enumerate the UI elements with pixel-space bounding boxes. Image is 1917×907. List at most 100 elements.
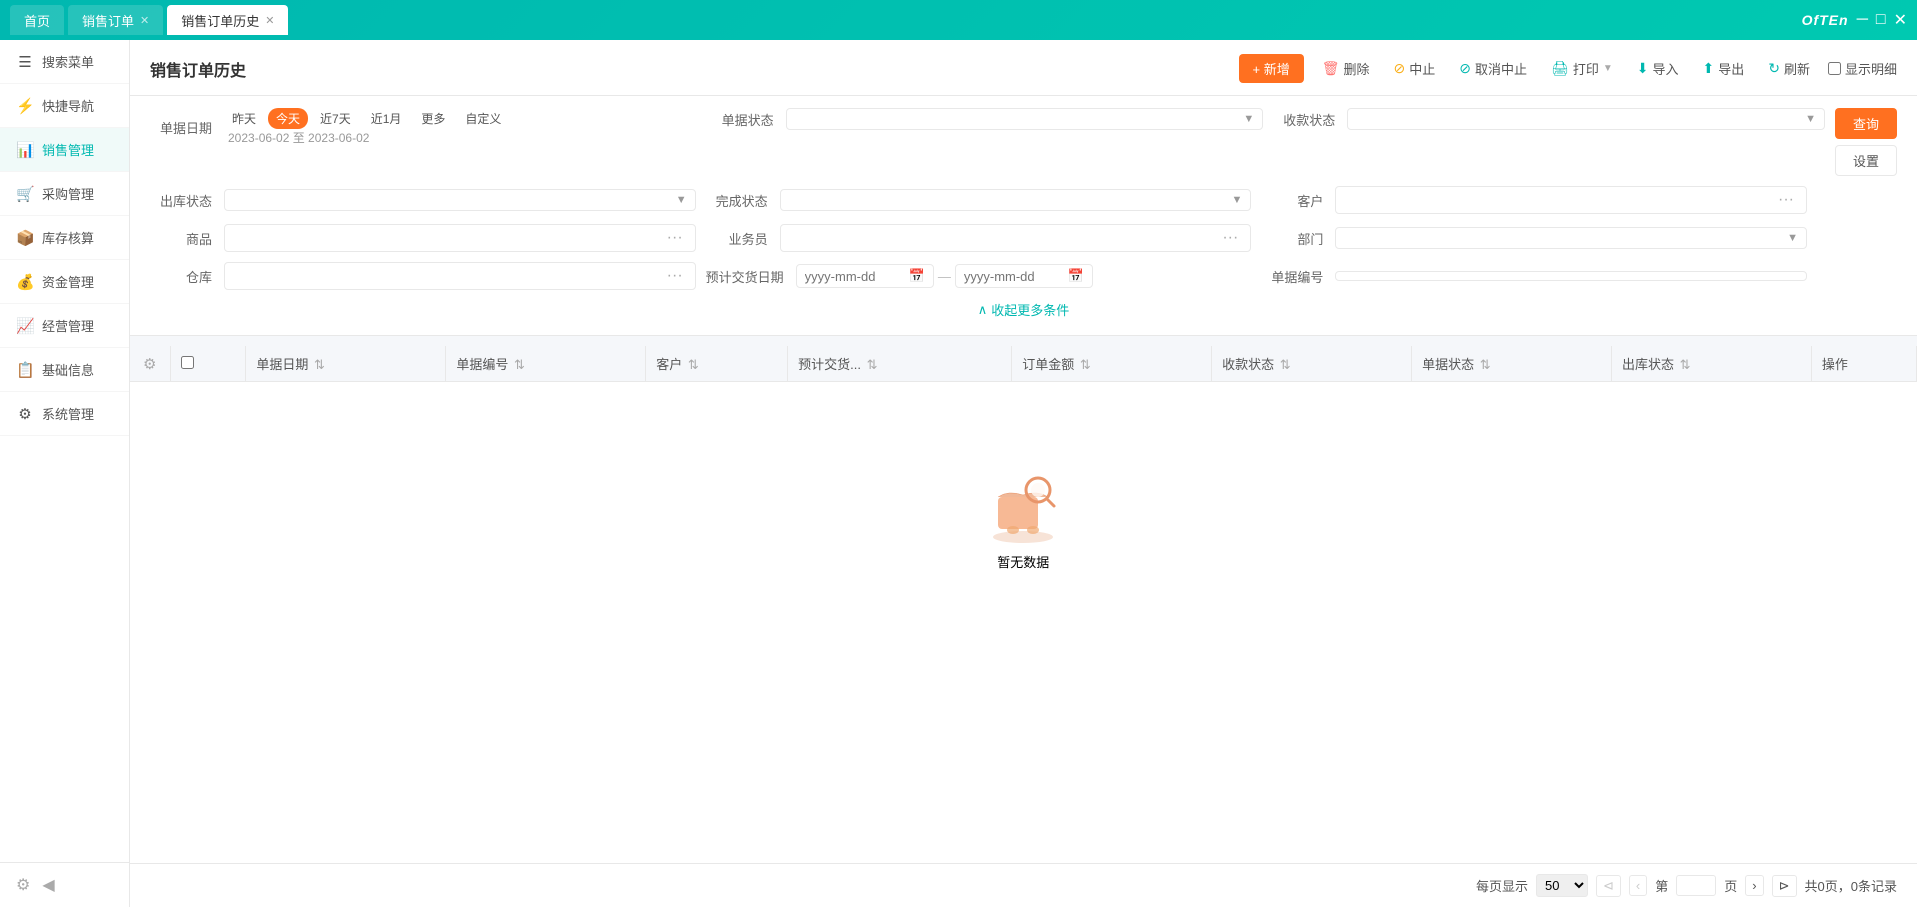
customer-input[interactable]: ··· bbox=[1335, 186, 1807, 214]
sidebar-item-quicknav[interactable]: ⚡ 快捷导航 bbox=[0, 84, 129, 128]
completion-status-label: 完成状态 bbox=[706, 191, 776, 210]
sidebar-item-sales[interactable]: 📊 销售管理 bbox=[0, 128, 129, 172]
window-close[interactable]: ✕ bbox=[1894, 10, 1907, 30]
th-expected-delivery-label: 预计交货... bbox=[798, 357, 861, 372]
order-number-input[interactable] bbox=[1335, 271, 1807, 281]
table-settings-icon[interactable]: ⚙ bbox=[143, 356, 156, 373]
payment-status-select[interactable]: ▼ bbox=[1347, 108, 1825, 130]
sidebar-item-system[interactable]: ⚙ 系统管理 bbox=[0, 392, 129, 436]
window-maximize[interactable]: □ bbox=[1876, 11, 1886, 29]
sidebar-item-operations[interactable]: 📈 经营管理 bbox=[0, 304, 129, 348]
expected-delivery-from-input[interactable] bbox=[805, 269, 905, 284]
goods-input[interactable]: ··· bbox=[224, 224, 696, 252]
th-delivery-status-sort-icon: ⇅ bbox=[1680, 357, 1691, 372]
th-order-status[interactable]: 单据状态 ⇅ bbox=[1412, 346, 1612, 382]
salesperson-label: 业务员 bbox=[706, 229, 776, 248]
window-minimize[interactable]: ─ bbox=[1857, 11, 1868, 29]
warehouse-input[interactable]: ··· bbox=[224, 262, 696, 290]
th-customer[interactable]: 客户 ⇅ bbox=[646, 346, 788, 382]
sidebar-item-finance[interactable]: 💰 资金管理 bbox=[0, 260, 129, 304]
date-chip-1month[interactable]: 近1月 bbox=[363, 108, 410, 129]
date-chip-yesterday[interactable]: 昨天 bbox=[224, 108, 264, 129]
th-expected-delivery[interactable]: 预计交货... ⇅ bbox=[788, 346, 1012, 382]
last-page-button[interactable]: ⊳ bbox=[1772, 875, 1797, 897]
delivery-status-select[interactable]: ▼ bbox=[224, 189, 696, 211]
show-detail-checkbox[interactable] bbox=[1828, 62, 1841, 75]
first-page-button[interactable]: ⊲ bbox=[1596, 875, 1621, 897]
delete-button[interactable]: 🗑 删除 bbox=[1316, 55, 1376, 82]
cancel-stop-button[interactable]: ⊘ 取消中止 bbox=[1453, 55, 1533, 82]
print-button[interactable]: 🖨 打印 ▼ bbox=[1545, 55, 1619, 82]
new-button[interactable]: + 新增 bbox=[1239, 54, 1304, 83]
sidebar-item-system-label: 系统管理 bbox=[42, 404, 94, 423]
th-amount[interactable]: 订单金额 ⇅ bbox=[1012, 346, 1212, 382]
th-number-label: 单据编号 bbox=[456, 357, 508, 372]
data-table: ⚙ 单据日期 ⇅ 单据编号 ⇅ bbox=[130, 346, 1917, 651]
sales-icon: 📊 bbox=[16, 141, 34, 159]
payment-status-arrow-icon: ▼ bbox=[1805, 113, 1816, 125]
sidebar-item-basic-info[interactable]: 📋 基础信息 bbox=[0, 348, 129, 392]
th-date[interactable]: 单据日期 ⇅ bbox=[246, 346, 446, 382]
completion-status-filter-cell: 完成状态 ▼ bbox=[706, 189, 1252, 211]
order-status-arrow-icon: ▼ bbox=[1243, 113, 1254, 125]
date-range-text: 2023-06-02 至 2023-06-02 bbox=[228, 129, 509, 146]
page-input[interactable]: 1 bbox=[1676, 875, 1716, 896]
salesperson-input[interactable]: ··· bbox=[780, 224, 1252, 252]
payment-status-filter-cell: 收款状态 ▼ bbox=[1273, 108, 1825, 130]
tab-home[interactable]: 首页 bbox=[10, 5, 64, 35]
tab-sales-history[interactable]: 销售订单历史 ✕ bbox=[167, 5, 288, 35]
next-page-button[interactable]: › bbox=[1745, 875, 1763, 896]
operations-icon: 📈 bbox=[16, 317, 34, 335]
calendar-from-icon[interactable]: 📅 bbox=[909, 268, 925, 284]
goods-filter-cell: 商品 ··· bbox=[150, 224, 696, 252]
sidebar-item-search[interactable]: ☰ 搜索菜单 bbox=[0, 40, 129, 84]
sidebar-item-purchase[interactable]: 🛒 采购管理 bbox=[0, 172, 129, 216]
department-select[interactable]: ▼ bbox=[1335, 227, 1807, 249]
warehouse-label: 仓库 bbox=[150, 267, 220, 286]
import-button[interactable]: ⬇ 导入 bbox=[1631, 55, 1685, 82]
order-status-select[interactable]: ▼ bbox=[786, 108, 1264, 130]
query-button[interactable]: 查询 bbox=[1835, 108, 1897, 139]
th-delivery-status[interactable]: 出库状态 ⇅ bbox=[1612, 346, 1812, 382]
tab-sales-order-label: 销售订单 bbox=[82, 11, 134, 30]
sidebar-item-sales-label: 销售管理 bbox=[42, 140, 94, 159]
date-chip-more[interactable]: 更多 bbox=[413, 108, 453, 129]
sidebar-item-inventory-label: 库存核算 bbox=[42, 228, 94, 247]
calendar-to-icon[interactable]: 📅 bbox=[1068, 268, 1084, 284]
show-detail-checkbox-wrap: 显示明细 bbox=[1828, 59, 1897, 78]
export-button[interactable]: ⬆ 导出 bbox=[1696, 55, 1750, 82]
select-all-checkbox[interactable] bbox=[181, 356, 194, 369]
th-delivery-status-label: 出库状态 bbox=[1622, 357, 1674, 372]
empty-text: 暂无数据 bbox=[997, 552, 1049, 571]
th-payment-status-sort-icon: ⇅ bbox=[1280, 357, 1291, 372]
date-chip-7days[interactable]: 近7天 bbox=[312, 108, 359, 129]
empty-state: 暂无数据 bbox=[130, 382, 1917, 651]
th-checkbox bbox=[170, 346, 246, 382]
delivery-status-label: 出库状态 bbox=[150, 191, 220, 210]
th-expected-delivery-sort-icon: ⇅ bbox=[867, 357, 878, 372]
completion-status-select[interactable]: ▼ bbox=[780, 189, 1252, 211]
tab-sales-history-close[interactable]: ✕ bbox=[265, 14, 274, 27]
pagination-bar: 每页显示 20 50 100 ⊲ ‹ 第 1 页 › ⊳ 共0页，0条记录 bbox=[130, 863, 1917, 907]
prev-page-button[interactable]: ‹ bbox=[1629, 875, 1647, 896]
tab-sales-order[interactable]: 销售订单 ✕ bbox=[68, 5, 163, 35]
goods-label: 商品 bbox=[150, 229, 220, 248]
department-arrow-icon: ▼ bbox=[1787, 232, 1798, 244]
sidebar-item-inventory[interactable]: 📦 库存核算 bbox=[0, 216, 129, 260]
sidebar-collapse-icon[interactable]: ◀ bbox=[42, 875, 54, 895]
settings-button[interactable]: 设置 bbox=[1835, 145, 1897, 176]
stop-button[interactable]: ⊘ 中止 bbox=[1388, 55, 1442, 82]
tab-sales-order-close[interactable]: ✕ bbox=[140, 14, 149, 27]
sidebar-settings-icon[interactable]: ⚙ bbox=[16, 875, 30, 895]
date-chip-today[interactable]: 今天 bbox=[268, 108, 308, 129]
delete-label: 删除 bbox=[1344, 59, 1370, 78]
th-amount-sort-icon: ⇅ bbox=[1080, 357, 1091, 372]
search-menu-icon: ☰ bbox=[16, 53, 34, 71]
page-size-select[interactable]: 20 50 100 bbox=[1536, 874, 1588, 897]
expected-delivery-to-input[interactable] bbox=[964, 269, 1064, 284]
collapse-row[interactable]: ∧ 收起更多条件 bbox=[150, 296, 1897, 323]
th-payment-status[interactable]: 收款状态 ⇅ bbox=[1212, 346, 1412, 382]
refresh-button[interactable]: ↻ 刷新 bbox=[1762, 55, 1816, 82]
date-chip-custom[interactable]: 自定义 bbox=[457, 108, 509, 129]
th-number[interactable]: 单据编号 ⇅ bbox=[446, 346, 646, 382]
